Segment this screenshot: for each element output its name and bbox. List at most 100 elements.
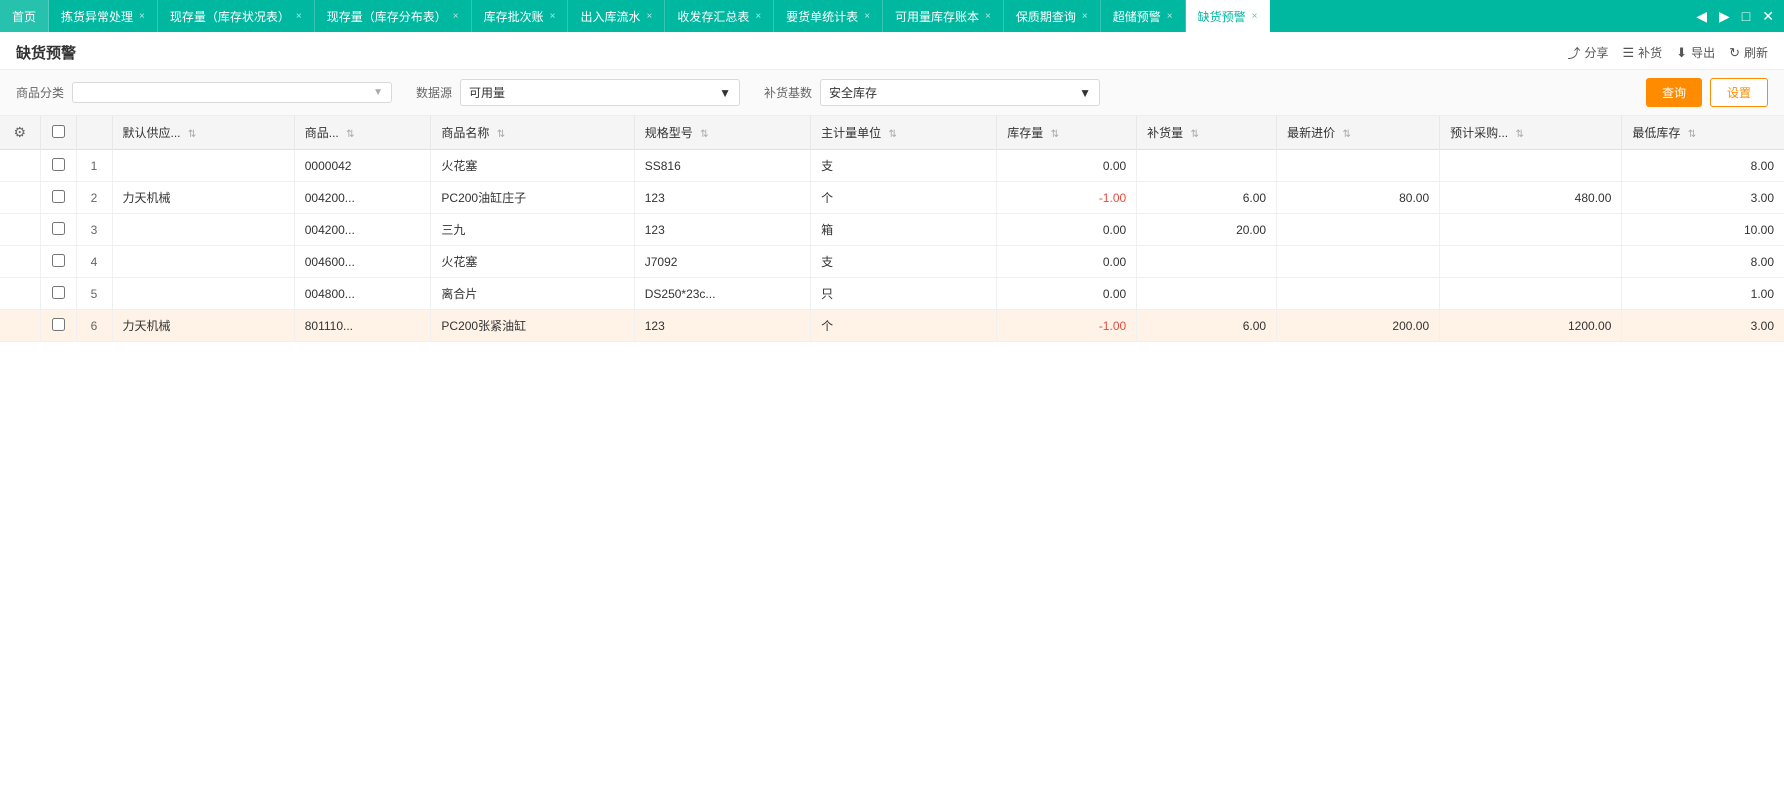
category-select[interactable]: ▼	[72, 82, 392, 103]
supplement-button[interactable]: ☰ 补货	[1622, 44, 1662, 61]
close-icon-stock-dist[interactable]: ×	[453, 11, 459, 22]
table-row: 4004600...火花塞J7092支0.008.00	[0, 246, 1784, 278]
query-button[interactable]: 查询	[1646, 78, 1702, 107]
row-checkbox-1[interactable]	[40, 182, 76, 214]
row-checkbox-input-3[interactable]	[52, 254, 65, 267]
close-icon-picking[interactable]: ×	[139, 11, 145, 22]
row-stock-1: -1.00	[997, 182, 1137, 214]
close-icon-expiry[interactable]: ×	[1082, 11, 1088, 22]
tab-label-stock-dist: 现存量（库存分布表）	[327, 8, 447, 25]
row-product-name-2: 三九	[431, 214, 634, 246]
row-checkbox-5[interactable]	[40, 310, 76, 342]
share-button[interactable]: ⤴ 分享	[1567, 43, 1608, 62]
datasource-value: 可用量	[469, 84, 505, 101]
row-supplement-1: 6.00	[1137, 182, 1277, 214]
row-checkbox-0[interactable]	[40, 150, 76, 182]
row-supplier-0	[112, 150, 294, 182]
nav-close-btn[interactable]: ✕	[1756, 8, 1780, 25]
row-latest-price-5: 200.00	[1277, 310, 1440, 342]
table-row: 3004200...三九123箱0.0020.0010.00	[0, 214, 1784, 246]
sort-supplement-icon[interactable]: ⇅	[1191, 129, 1199, 140]
tab-label-stock-status: 现存量（库存状况表）	[170, 8, 290, 25]
row-supplier-3	[112, 246, 294, 278]
row-checkbox-3[interactable]	[40, 246, 76, 278]
settings-button[interactable]: 设置	[1710, 78, 1768, 107]
tab-overstock[interactable]: 超储预警 ×	[1101, 0, 1186, 32]
close-icon-inout[interactable]: ×	[646, 11, 652, 22]
row-product-name-1: PC200油缸庄子	[431, 182, 634, 214]
close-icon-order-stats[interactable]: ×	[864, 11, 870, 22]
tab-stock-status[interactable]: 现存量（库存状况表） ×	[158, 0, 315, 32]
refresh-button[interactable]: ↻ 刷新	[1729, 44, 1768, 61]
supplement-base-filter-group: 补货基数 安全库存 ▼	[764, 79, 1100, 106]
tab-stock-dist[interactable]: 现存量（库存分布表） ×	[315, 0, 472, 32]
close-icon-shortage[interactable]: ×	[1252, 11, 1258, 22]
tab-inout[interactable]: 出入库流水 ×	[568, 0, 665, 32]
tab-home[interactable]: 首页	[0, 0, 49, 32]
select-all-checkbox[interactable]	[52, 125, 65, 138]
sort-latest-price-icon[interactable]: ⇅	[1342, 129, 1350, 140]
tab-summary[interactable]: 收发存汇总表 ×	[665, 0, 774, 32]
row-supplement-4	[1137, 278, 1277, 310]
close-icon-summary[interactable]: ×	[755, 11, 761, 22]
top-nav: 首页 拣货异常处理 × 现存量（库存状况表） × 现存量（库存分布表） × 库存…	[0, 0, 1784, 32]
row-unit-5: 个	[811, 310, 997, 342]
main-content: 缺货预警 ⤴ 分享 ☰ 补货 ⬇ 导出 ↻ 刷新 商品分类	[0, 32, 1784, 796]
share-label: 分享	[1584, 44, 1608, 61]
share-icon: ⤴	[1567, 43, 1580, 62]
col-unit-header: 主计量单位 ⇅	[811, 116, 997, 150]
row-checkbox-input-2[interactable]	[52, 222, 65, 235]
col-supplement-header: 补货量 ⇅	[1137, 116, 1277, 150]
row-checkbox-input-5[interactable]	[52, 318, 65, 331]
row-latest-price-3	[1277, 246, 1440, 278]
row-checkbox-4[interactable]	[40, 278, 76, 310]
table-row: 5004800...离合片DS250*23c...只0.001.00	[0, 278, 1784, 310]
nav-restore-btn[interactable]: □	[1736, 8, 1756, 24]
tab-shortage[interactable]: 缺货预警 ×	[1186, 0, 1271, 32]
sort-spec-icon[interactable]: ⇅	[700, 129, 708, 140]
row-checkbox-input-0[interactable]	[52, 158, 65, 171]
tab-picking[interactable]: 拣货异常处理 ×	[49, 0, 158, 32]
col-stock-header: 库存量 ⇅	[997, 116, 1137, 150]
tab-label-expiry: 保质期查询	[1016, 8, 1076, 25]
row-checkbox-input-4[interactable]	[52, 286, 65, 299]
nav-prev-btn[interactable]: ◀	[1690, 8, 1713, 25]
row-est-purchase-0	[1440, 150, 1622, 182]
tab-label-summary: 收发存汇总表	[677, 8, 749, 25]
sort-supplier-icon[interactable]: ⇅	[188, 129, 196, 140]
row-est-purchase-5: 1200.00	[1440, 310, 1622, 342]
sort-stock-icon[interactable]: ⇅	[1051, 129, 1059, 140]
row-checkbox-2[interactable]	[40, 214, 76, 246]
tab-order-stats[interactable]: 要货单统计表 ×	[774, 0, 883, 32]
sort-product-name-icon[interactable]: ⇅	[497, 129, 505, 140]
row-min-stock-4: 1.00	[1622, 278, 1784, 310]
close-icon-stock-status[interactable]: ×	[296, 11, 302, 22]
close-icon-batch[interactable]: ×	[550, 11, 556, 22]
row-gear-5	[0, 310, 40, 342]
close-icon-available[interactable]: ×	[985, 11, 991, 22]
datasource-filter-group: 数据源 可用量 ▼	[416, 79, 740, 106]
supplement-base-select[interactable]: 安全库存 ▼	[820, 79, 1100, 106]
column-settings-icon[interactable]: ⚙	[13, 124, 26, 140]
sort-product-code-icon[interactable]: ⇅	[346, 129, 354, 140]
category-label: 商品分类	[16, 84, 64, 101]
row-product-code-2: 004200...	[294, 214, 431, 246]
tab-available[interactable]: 可用量库存账本 ×	[883, 0, 1004, 32]
sort-est-purchase-icon[interactable]: ⇅	[1515, 129, 1523, 140]
row-unit-2: 箱	[811, 214, 997, 246]
sort-unit-icon[interactable]: ⇅	[889, 129, 897, 140]
col-product-code-header: 商品... ⇅	[294, 116, 431, 150]
tab-batch[interactable]: 库存批次账 ×	[472, 0, 569, 32]
datasource-select[interactable]: 可用量 ▼	[460, 79, 740, 106]
close-icon-overstock[interactable]: ×	[1167, 11, 1173, 22]
nav-next-btn[interactable]: ▶	[1713, 8, 1736, 25]
tab-label-home: 首页	[12, 8, 36, 25]
row-latest-price-1: 80.00	[1277, 182, 1440, 214]
sort-min-stock-icon[interactable]: ⇅	[1688, 129, 1696, 140]
row-checkbox-input-1[interactable]	[52, 190, 65, 203]
col-unit-label: 主计量单位	[821, 126, 881, 140]
export-button[interactable]: ⬇ 导出	[1676, 44, 1715, 61]
tab-expiry[interactable]: 保质期查询 ×	[1004, 0, 1101, 32]
row-est-purchase-2	[1440, 214, 1622, 246]
col-supplement-label: 补货量	[1147, 126, 1183, 140]
